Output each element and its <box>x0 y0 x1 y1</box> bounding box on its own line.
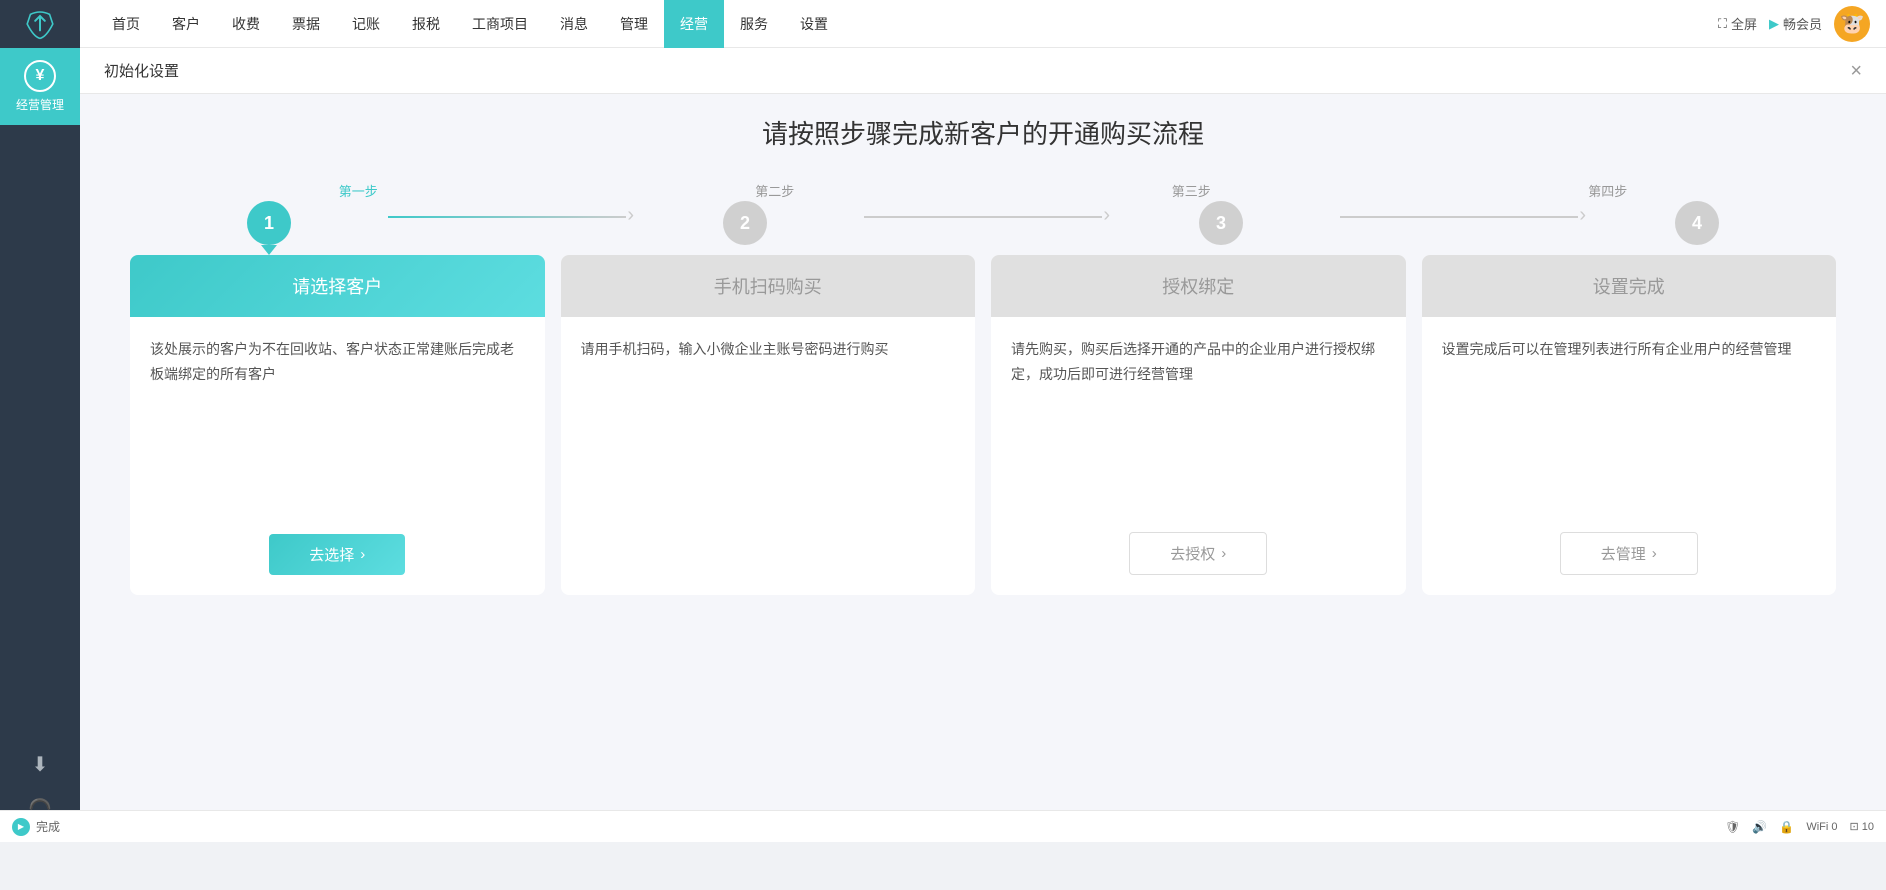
btn4-arrow: › <box>1652 545 1657 562</box>
shield-icon: 🛡 <box>1725 820 1740 834</box>
nav-manage[interactable]: 管理 <box>604 0 664 48</box>
play-icon: ▶ <box>18 822 24 831</box>
fullscreen-label: 全屏 <box>1731 14 1757 33</box>
card-1: 请选择客户 该处展示的客户为不在回收站、客户状态正常建账后完成老板端绑定的所有客… <box>130 255 545 595</box>
connector-1-2: › <box>388 216 626 218</box>
card4-button[interactable]: 去管理 › <box>1560 532 1698 575</box>
card1-footer: 去选择 › <box>130 518 545 595</box>
btn3-arrow: › <box>1221 545 1226 562</box>
steps-circles-row: 1 › 2 › 3 <box>120 201 1846 255</box>
wizard-container: 请按照步骤完成新客户的开通购买流程 第一步 第二步 第三步 第四步 1 <box>80 94 1886 808</box>
download-icon[interactable]: ⬇ <box>0 744 80 785</box>
sidebar-item-management[interactable]: ¥ 经营管理 <box>0 48 80 125</box>
nav-message[interactable]: 消息 <box>544 0 604 48</box>
step2-node: 2 <box>626 201 864 255</box>
step4-label: 第四步 <box>1588 184 1627 199</box>
step4-node: 4 <box>1578 201 1816 255</box>
step1-circle: 1 <box>247 201 291 245</box>
status-label: 完成 <box>36 818 60 835</box>
card3-header: 授权绑定 <box>991 255 1406 317</box>
lock-icon: 🔒 <box>1779 820 1794 834</box>
member-button[interactable]: ▶ 畅会员 <box>1769 14 1822 33</box>
steps-labels-row: 第一步 第二步 第三步 第四步 <box>120 181 1846 201</box>
fullscreen-button[interactable]: ⛶ 全屏 <box>1718 14 1757 33</box>
connector-2-3: › <box>864 216 1102 218</box>
step4-circle: 4 <box>1675 201 1719 245</box>
connector-3-4: › <box>1340 216 1578 218</box>
management-icon: ¥ <box>24 60 56 92</box>
step2-label: 第二步 <box>755 184 794 199</box>
nav-operation[interactable]: 经营 <box>664 0 724 48</box>
card1-body: 该处展示的客户为不在回收站、客户状态正常建账后完成老板端绑定的所有客户 <box>130 317 545 518</box>
nav-business[interactable]: 工商项目 <box>456 0 544 48</box>
nav-fee[interactable]: 收费 <box>216 0 276 48</box>
cards-row: 请选择客户 该处展示的客户为不在回收站、客户状态正常建账后完成老板端绑定的所有客… <box>120 255 1846 595</box>
card-3: 授权绑定 请先购买，购买后选择开通的产品中的企业用户进行授权绑定，成功后即可进行… <box>991 255 1406 595</box>
step3-circle: 3 <box>1199 201 1243 245</box>
status-bar-right: 🛡 🔊 🔒 WiFi 0 ⊡ 10 <box>1725 820 1874 834</box>
step1-label: 第一步 <box>339 184 378 199</box>
nav-home[interactable]: 首页 <box>96 0 156 48</box>
nav-service[interactable]: 服务 <box>724 0 784 48</box>
status-bar-left: ▶ 完成 <box>12 818 60 836</box>
card1-button[interactable]: 去选择 › <box>269 534 405 575</box>
step2-circle: 2 <box>723 201 767 245</box>
sidebar: ¥ 经营管理 ⬇ 🎧 <box>0 0 80 842</box>
nav-tax[interactable]: 报税 <box>396 0 456 48</box>
play-icon: ▶ <box>1769 16 1779 32</box>
nav-settings[interactable]: 设置 <box>784 0 844 48</box>
step1-pointer <box>261 245 277 255</box>
card3-body: 请先购买，购买后选择开通的产品中的企业用户进行授权绑定，成功后即可进行经营管理 <box>991 317 1406 516</box>
close-button[interactable]: × <box>1850 61 1862 81</box>
nav-accounting[interactable]: 记账 <box>336 0 396 48</box>
card4-header: 设置完成 <box>1422 255 1837 317</box>
wifi-icon: WiFi 0 <box>1806 821 1837 833</box>
nav-customer[interactable]: 客户 <box>156 0 216 48</box>
main-content: 初始化设置 × 请按照步骤完成新客户的开通购买流程 第一步 第二步 第三步 第四… <box>80 48 1886 810</box>
play-button[interactable]: ▶ <box>12 818 30 836</box>
card2-body: 请用手机扫码，输入小微企业主账号密码进行购买 <box>561 317 976 559</box>
page-title: 初始化设置 <box>104 60 179 81</box>
card3-footer: 去授权 › <box>991 516 1406 595</box>
card4-footer: 去管理 › <box>1422 516 1837 595</box>
wizard-title: 请按照步骤完成新客户的开通购买流程 <box>120 114 1846 151</box>
status-bar: ▶ 完成 🛡 🔊 🔒 WiFi 0 ⊡ 10 <box>0 810 1886 842</box>
card2-header: 手机扫码购买 <box>561 255 976 317</box>
nav-invoice[interactable]: 票据 <box>276 0 336 48</box>
card3-button[interactable]: 去授权 › <box>1129 532 1267 575</box>
member-label: 畅会员 <box>1783 14 1822 33</box>
top-nav-right: ⛶ 全屏 ▶ 畅会员 🐮 <box>1718 6 1870 42</box>
card1-header: 请选择客户 <box>130 255 545 317</box>
page-header: 初始化设置 × <box>80 48 1886 94</box>
step3-node: 3 <box>1102 201 1340 255</box>
sidebar-item-label: 经营管理 <box>16 96 64 113</box>
card2-footer <box>561 559 976 595</box>
time-icon: ⊡ 10 <box>1849 820 1874 833</box>
fullscreen-icon: ⛶ <box>1718 16 1727 32</box>
card-2: 手机扫码购买 请用手机扫码，输入小微企业主账号密码进行购买 <box>561 255 976 595</box>
sidebar-logo <box>0 0 80 48</box>
card-4: 设置完成 设置完成后可以在管理列表进行所有企业用户的经营管理 去管理 › <box>1422 255 1837 595</box>
top-nav: 首页 客户 收费 票据 记账 报税 工商项目 消息 管理 经营 服务 设置 ⛶ … <box>80 0 1886 48</box>
avatar[interactable]: 🐮 <box>1834 6 1870 42</box>
volume-icon: 🔊 <box>1752 820 1767 834</box>
card4-body: 设置完成后可以在管理列表进行所有企业用户的经营管理 <box>1422 317 1837 516</box>
btn1-arrow: › <box>360 546 365 563</box>
step3-label: 第三步 <box>1172 184 1211 199</box>
step1-node: 1 <box>150 201 388 255</box>
